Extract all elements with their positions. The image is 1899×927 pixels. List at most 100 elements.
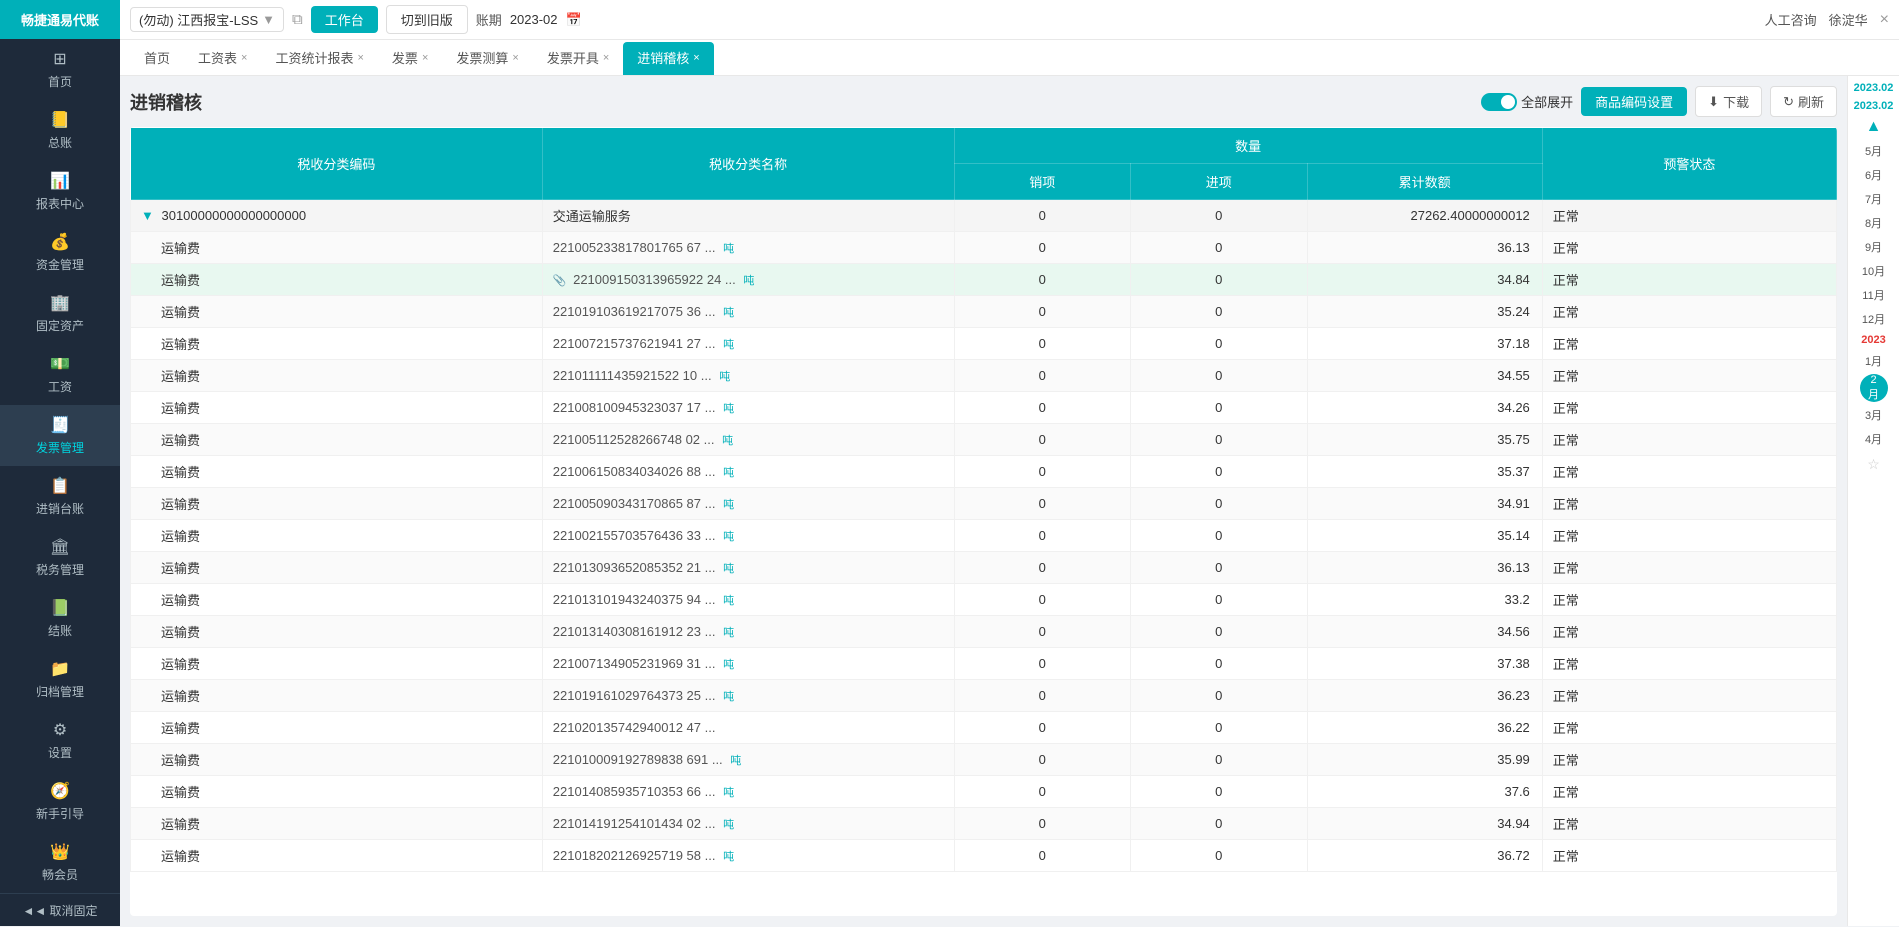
copy-icon[interactable]: ⧉ (292, 11, 303, 28)
timeline-month-2[interactable]: 2月 (1860, 374, 1888, 402)
timeline-month-3[interactable]: 3月 (1856, 404, 1892, 426)
table-row[interactable]: 运输费 221011111435921522 10 ... 吨 0 0 34.5… (131, 360, 1837, 392)
row-cumulative: 37.18 (1307, 328, 1542, 360)
timeline-month-4[interactable]: 4月 (1856, 428, 1892, 450)
table-row[interactable]: 运输费 221005090343170865 87 ... 吨 0 0 34.9… (131, 488, 1837, 520)
timeline-month-6[interactable]: 6月 (1856, 164, 1892, 186)
sidebar-item-finance[interactable]: 💰 资金管理 (0, 222, 120, 283)
timeline-month-5[interactable]: 5月 (1856, 140, 1892, 162)
sidebar-item-label: 首页 (48, 73, 72, 90)
tab-sales-check[interactable]: 进销稽核 × (623, 42, 713, 75)
row-cumulative: 34.91 (1307, 488, 1542, 520)
tab-invoice-issue[interactable]: 发票开具 × (533, 42, 623, 75)
tab-salary-report[interactable]: 工资统计报表 × (261, 42, 377, 75)
timeline-month-11[interactable]: 11月 (1856, 284, 1892, 306)
sidebar-item-assets[interactable]: 🏢 固定资产 (0, 283, 120, 344)
table-row[interactable]: 运输费 221013101943240375 94 ... 吨 0 0 33.2… (131, 584, 1837, 616)
tab-home[interactable]: 首页 (130, 42, 184, 75)
company-selector[interactable]: (勿动) 江西报宝-LSS ▼ (130, 7, 284, 32)
switch-version-button[interactable]: 切到旧版 (386, 5, 468, 34)
sidebar-item-reports[interactable]: 📊 报表中心 (0, 161, 120, 222)
pin-label: ◄◄ 取消固定 (22, 902, 97, 919)
tab-salary[interactable]: 工资表 × (184, 42, 261, 75)
timeline-month-8[interactable]: 8月 (1856, 212, 1892, 234)
expand-all-toggle[interactable]: 全部展开 (1481, 92, 1573, 111)
table-row[interactable]: ▼ 30100000000000000000 交通运输服务 0 0 27262.… (131, 200, 1837, 232)
table-row[interactable]: 运输费 221013093652085352 21 ... 吨 0 0 36.1… (131, 552, 1837, 584)
row-item-name: 运输费 (131, 360, 543, 392)
row-purchase: 0 (1131, 840, 1307, 872)
tab-invoice-calc[interactable]: 发票测算 × (442, 42, 532, 75)
sidebar-item-ledger[interactable]: 📒 总账 (0, 100, 120, 161)
tab-close-icon[interactable]: × (422, 52, 428, 64)
toggle-switch[interactable] (1481, 93, 1517, 111)
row-status: 正常 (1542, 296, 1836, 328)
tab-close-icon[interactable]: × (512, 52, 518, 64)
tab-label: 工资统计报表 (275, 48, 353, 67)
settings-button[interactable]: 商品编码设置 (1581, 87, 1687, 116)
sidebar-item-settings[interactable]: ⚙ 设置 (0, 710, 120, 771)
table-row[interactable]: 运输费 📎 221009150313965922 24 ... 吨 0 0 34… (131, 264, 1837, 296)
support-label[interactable]: 人工咨询 (1765, 10, 1817, 29)
table-row[interactable]: 运输费 221010009192789838 691 ... 吨 0 0 35.… (131, 744, 1837, 776)
table-row[interactable]: 运输费 221007134905231969 31 ... 吨 0 0 37.3… (131, 648, 1837, 680)
table-row[interactable]: 运输费 221006150834034026 88 ... 吨 0 0 35.3… (131, 456, 1837, 488)
timeline-month-7[interactable]: 7月 (1856, 188, 1892, 210)
download-button[interactable]: ⬇ 下载 (1695, 86, 1762, 117)
user-info[interactable]: 徐淀华 (1829, 10, 1868, 29)
sidebar-item-guide[interactable]: 🧭 新手引导 (0, 771, 120, 832)
table-row[interactable]: 运输费 221018202126925719 58 ... 吨 0 0 36.7… (131, 840, 1837, 872)
vip-icon: 👑 (50, 842, 70, 862)
table-row[interactable]: 运输费 221020135742940012 47 ... 0 0 36.22 … (131, 712, 1837, 744)
row-item-name: 运输费 (131, 488, 543, 520)
timeline-month-9[interactable]: 9月 (1856, 236, 1892, 258)
row-cumulative: 36.72 (1307, 840, 1542, 872)
sidebar-item-label: 工资 (48, 378, 72, 395)
purchase-icon: 📋 (50, 476, 70, 496)
refresh-icon: ↻ (1783, 94, 1794, 110)
expand-icon[interactable]: ▼ (141, 208, 154, 223)
table-row[interactable]: 运输费 221005112528266748 02 ... 吨 0 0 35.7… (131, 424, 1837, 456)
sidebar-item-home[interactable]: ⊞ 首页 (0, 39, 120, 100)
tab-invoice[interactable]: 发票 × (378, 42, 442, 75)
row-purchase: 0 (1131, 488, 1307, 520)
sidebar-item-purchase[interactable]: 📋 进销台账 (0, 466, 120, 527)
tab-close-icon[interactable]: × (693, 52, 699, 64)
timeline-month-10[interactable]: 10月 (1856, 260, 1892, 282)
table-row[interactable]: 运输费 221019103619217075 36 ... 吨 0 0 35.2… (131, 296, 1837, 328)
table-row[interactable]: 运输费 221002155703576436 33 ... 吨 0 0 35.1… (131, 520, 1837, 552)
tab-close-icon[interactable]: × (241, 52, 247, 64)
table-row[interactable]: 运输费 221008100945323037 17 ... 吨 0 0 34.2… (131, 392, 1837, 424)
row-purchase: 0 (1131, 424, 1307, 456)
row-purchase: 0 (1131, 200, 1307, 232)
timeline-month-1[interactable]: 1月 (1856, 350, 1892, 372)
row-status: 正常 (1542, 584, 1836, 616)
table-row[interactable]: 运输费 221007215737621941 27 ... 吨 0 0 37.1… (131, 328, 1837, 360)
timeline-expand-up[interactable]: ▲ (1866, 118, 1882, 136)
row-purchase: 0 (1131, 360, 1307, 392)
sidebar-item-vip[interactable]: 👑 畅会员 (0, 832, 120, 893)
tab-label: 首页 (144, 48, 170, 67)
sidebar-item-invoice[interactable]: 🧾 发票管理 (0, 405, 120, 466)
table-row[interactable]: 运输费 221019161029764373 25 ... 吨 0 0 36.2… (131, 680, 1837, 712)
row-item-name: 运输费 (131, 456, 543, 488)
row-purchase: 0 (1131, 776, 1307, 808)
sidebar-item-salary[interactable]: 💵 工资 (0, 344, 120, 405)
close-button[interactable]: × (1880, 11, 1889, 29)
calendar-icon[interactable]: 📅 (566, 12, 582, 28)
refresh-button[interactable]: ↻ 刷新 (1770, 86, 1837, 117)
table-row[interactable]: 运输费 221013140308161912 23 ... 吨 0 0 34.5… (131, 616, 1837, 648)
sidebar-pin-toggle[interactable]: ◄◄ 取消固定 (0, 893, 120, 927)
row-status: 正常 (1542, 392, 1836, 424)
sidebar-item-tax[interactable]: 🏛 税务管理 (0, 527, 120, 588)
table-row[interactable]: 运输费 221014191254101434 02 ... 吨 0 0 34.9… (131, 808, 1837, 840)
tab-close-icon[interactable]: × (603, 52, 609, 64)
table-row[interactable]: 运输费 221014085935710353 66 ... 吨 0 0 37.6… (131, 776, 1837, 808)
table-row[interactable]: 运输费 221005233817801765 67 ... 吨 0 0 36.1… (131, 232, 1837, 264)
timeline-month-12[interactable]: 12月 (1856, 308, 1892, 330)
star-icon[interactable]: ☆ (1867, 456, 1880, 473)
tab-close-icon[interactable]: × (357, 52, 363, 64)
workspace-button[interactable]: 工作台 (311, 6, 378, 33)
sidebar-item-close-period[interactable]: 📗 结账 (0, 588, 120, 649)
sidebar-item-archive[interactable]: 📁 归档管理 (0, 649, 120, 710)
